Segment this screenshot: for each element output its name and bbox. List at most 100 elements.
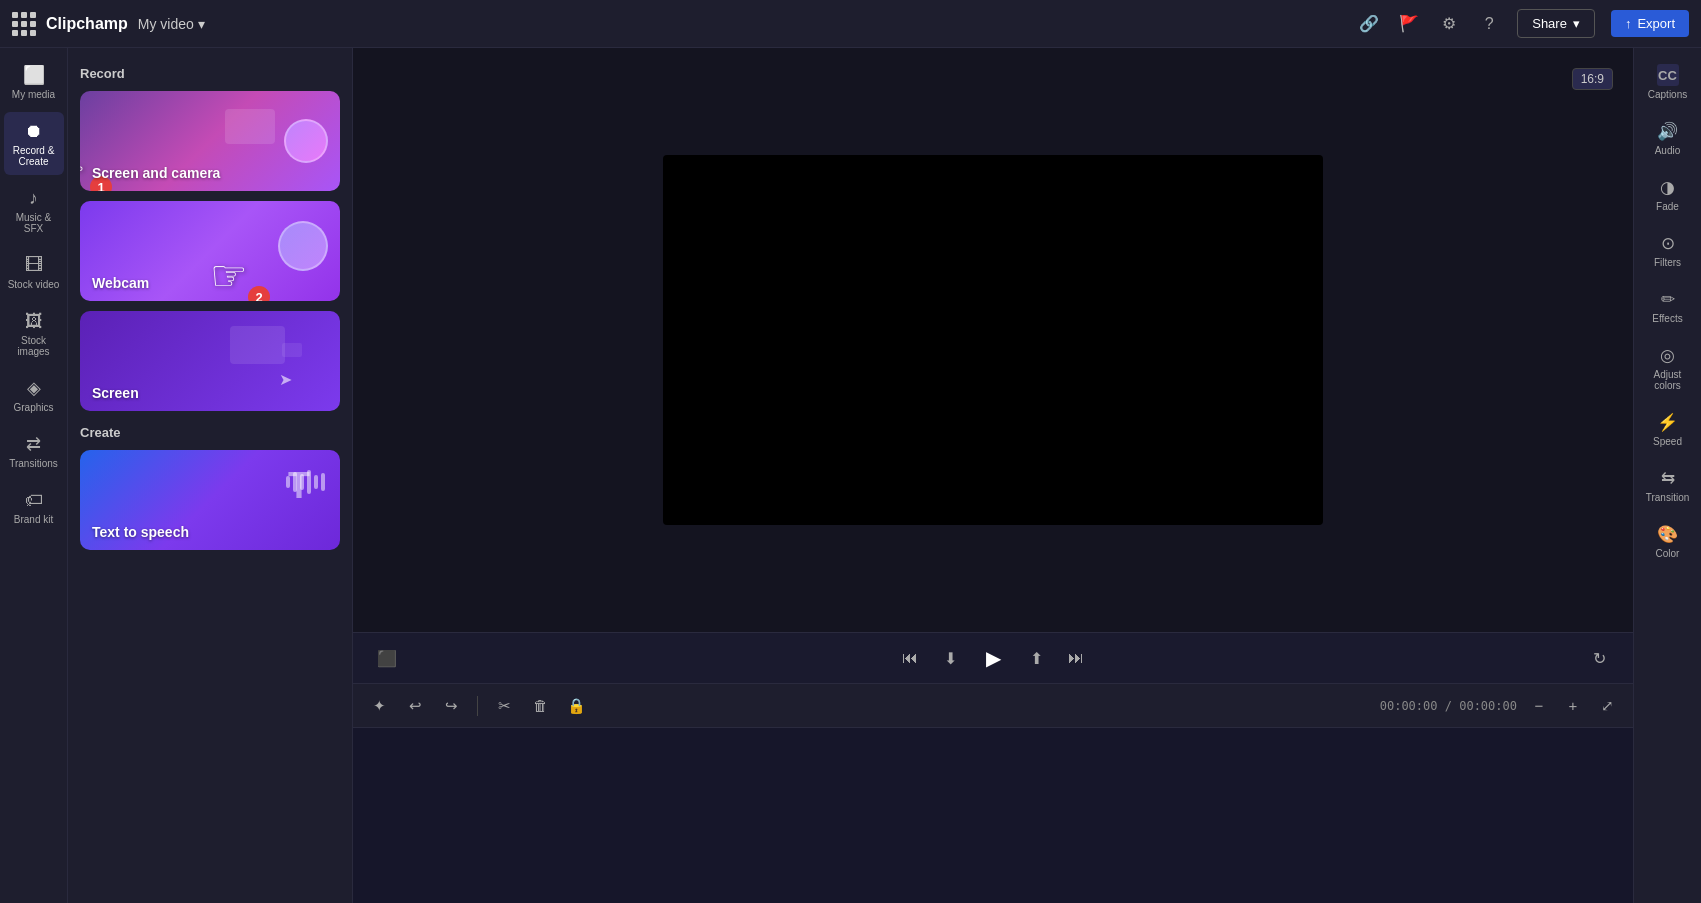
right-panel: CC Captions 🔊 Audio ◑ Fade ⊙ Filters ✏ E… — [1633, 48, 1701, 903]
right-item-effects[interactable]: ✏ Effects — [1638, 280, 1698, 332]
fit-timeline-button[interactable]: ⤢ — [1593, 692, 1621, 720]
topbar-left: Clipchamp My video ▾ — [12, 12, 1357, 36]
share-chevron-icon: ▾ — [1573, 16, 1580, 31]
share-link-icon[interactable]: 🔗 — [1357, 12, 1381, 36]
hand-cursor-1: ☞ — [80, 151, 86, 191]
preview-area: 16:9 — [353, 48, 1633, 632]
delete-button[interactable]: 🗑 — [526, 692, 554, 720]
captions-icon: ⬛ — [377, 649, 397, 668]
flag-icon[interactable]: 🚩 — [1397, 12, 1421, 36]
share-label: Share — [1532, 16, 1567, 31]
number-badge-2: 2 — [248, 286, 270, 301]
sidebar-item-music-sfx[interactable]: ♪ Music & SFX — [4, 179, 64, 242]
right-item-label: Filters — [1654, 257, 1681, 268]
playback-right: ↻ — [1585, 644, 1613, 672]
playback-center: ⏮ ⬇ ▶ ⬆ ⏭ — [896, 641, 1090, 675]
select-tool-button[interactable]: ✦ — [365, 692, 393, 720]
right-item-adjust-colors[interactable]: ◎ Adjust colors — [1638, 336, 1698, 399]
sidebar-item-stock-video[interactable]: 🎞 Stock video — [4, 246, 64, 298]
export-arrow-icon: ↑ — [1625, 16, 1632, 31]
play-pause-button[interactable]: ▶ — [976, 641, 1010, 675]
effects-panel-icon: ✏ — [1657, 288, 1679, 310]
right-item-label: Effects — [1652, 313, 1682, 324]
sidebar-item-label: Record & Create — [8, 145, 60, 167]
right-item-audio[interactable]: 🔊 Audio — [1638, 112, 1698, 164]
skip-back-button[interactable]: ⏮ — [896, 644, 924, 672]
right-item-label: Color — [1656, 548, 1680, 559]
sidebar-item-label: Stock images — [8, 335, 60, 357]
color-panel-icon: 🎨 — [1657, 523, 1679, 545]
main-layout: ⬜ My media ⏺ Record & Create ♪ Music & S… — [0, 48, 1701, 903]
video-preview — [663, 155, 1323, 525]
middle-content: 16:9 ⬛ ⏮ ⬇ ▶ ⬆ ⏭ ↻ ✦ ↩ — [353, 48, 1633, 903]
sidebar-item-stock-images[interactable]: 🖼 Stock images — [4, 302, 64, 365]
brand-kit-icon: 🏷 — [23, 489, 45, 511]
sidebar-item-transitions[interactable]: ⇄ Transitions — [4, 425, 64, 477]
topbar: Clipchamp My video ▾ 🔗 🚩 ⚙ ? Share ▾ ↑ E… — [0, 0, 1701, 48]
screen-card[interactable]: ➤ Screen — [80, 311, 340, 411]
skip-forward-button[interactable]: ⏭ — [1062, 644, 1090, 672]
sidebar-item-label: Transitions — [9, 458, 58, 469]
screen-card-label: Screen — [92, 385, 139, 401]
record-section-title: Record — [80, 66, 340, 81]
step-forward-button[interactable]: ⬆ — [1022, 644, 1050, 672]
sidebar-item-label: Music & SFX — [8, 212, 60, 234]
right-item-label: Captions — [1648, 89, 1687, 100]
sidebar-item-my-media[interactable]: ⬜ My media — [4, 56, 64, 108]
toolbar-separator-1 — [477, 696, 478, 716]
right-item-label: Audio — [1655, 145, 1681, 156]
text-speech-card[interactable]: T Text to speech — [80, 450, 340, 550]
wave-deco — [286, 470, 325, 494]
zoom-in-button[interactable]: + — [1559, 692, 1587, 720]
screen-camera-card-label: Screen and camera — [92, 165, 220, 181]
aspect-ratio-badge[interactable]: 16:9 — [1572, 68, 1613, 90]
right-item-label: Adjust colors — [1642, 369, 1694, 391]
graphics-icon: ◈ — [23, 377, 45, 399]
settings-icon[interactable]: ⚙ — [1437, 12, 1461, 36]
create-section-title: Create — [80, 425, 340, 440]
dropdown-chevron-icon: ▾ — [198, 16, 205, 32]
step-back-button[interactable]: ⬇ — [936, 644, 964, 672]
create-section: Create T Text to speech — [80, 425, 340, 550]
loop-button[interactable]: ↻ — [1585, 644, 1613, 672]
transitions-icon: ⇄ — [23, 433, 45, 455]
redo-button[interactable]: ↪ — [437, 692, 465, 720]
captions-toggle-button[interactable]: ⬛ — [373, 644, 401, 672]
sidebar-item-label: My media — [12, 89, 55, 100]
cut-button[interactable]: ✂ — [490, 692, 518, 720]
side-panel: Record ☞ 1 Screen and camera ☞ 2 Webcam — [68, 48, 353, 903]
apps-menu-icon[interactable] — [12, 12, 36, 36]
screen-camera-card[interactable]: ☞ 1 Screen and camera — [80, 91, 340, 191]
right-item-color[interactable]: 🎨 Color — [1638, 515, 1698, 567]
stock-images-icon: 🖼 — [23, 310, 45, 332]
right-item-speed[interactable]: ⚡ Speed — [1638, 403, 1698, 455]
avatar — [284, 119, 328, 163]
stock-video-icon: 🎞 — [23, 254, 45, 276]
export-label: Export — [1637, 16, 1675, 31]
sidebar-item-label: Brand kit — [14, 514, 53, 525]
export-button[interactable]: ↑ Export — [1611, 10, 1689, 37]
timeline-area: ✦ ↩ ↪ ✂ 🗑 🔒 00:00:00 / 00:00:00 − + ⤢ — [353, 683, 1633, 903]
sidebar-item-brand-kit[interactable]: 🏷 Brand kit — [4, 481, 64, 533]
right-item-transition[interactable]: ⇆ Transition — [1638, 459, 1698, 511]
lock-button[interactable]: 🔒 — [562, 692, 590, 720]
right-item-fade[interactable]: ◑ Fade — [1638, 168, 1698, 220]
right-item-label: Speed — [1653, 436, 1682, 447]
undo-button[interactable]: ↩ — [401, 692, 429, 720]
right-item-captions[interactable]: CC Captions — [1638, 56, 1698, 108]
sidebar-item-label: Stock video — [8, 279, 60, 290]
timeline-content — [353, 728, 1633, 903]
adjust-colors-panel-icon: ◎ — [1657, 344, 1679, 366]
help-icon[interactable]: ? — [1477, 12, 1501, 36]
zoom-out-button[interactable]: − — [1525, 692, 1553, 720]
video-title-dropdown[interactable]: My video ▾ — [138, 16, 205, 32]
webcam-card[interactable]: ☞ 2 Webcam — [80, 201, 340, 301]
timecode-display: 00:00:00 / 00:00:00 — [1380, 699, 1517, 713]
right-item-filters[interactable]: ⊙ Filters — [1638, 224, 1698, 276]
sidebar-item-record-create[interactable]: ⏺ Record & Create — [4, 112, 64, 175]
fade-panel-icon: ◑ — [1657, 176, 1679, 198]
sidebar-item-graphics[interactable]: ◈ Graphics — [4, 369, 64, 421]
record-cards: ☞ 1 Screen and camera ☞ 2 Webcam ➤ Scree… — [80, 91, 340, 411]
playback-left: ⬛ — [373, 644, 401, 672]
share-button[interactable]: Share ▾ — [1517, 9, 1595, 38]
